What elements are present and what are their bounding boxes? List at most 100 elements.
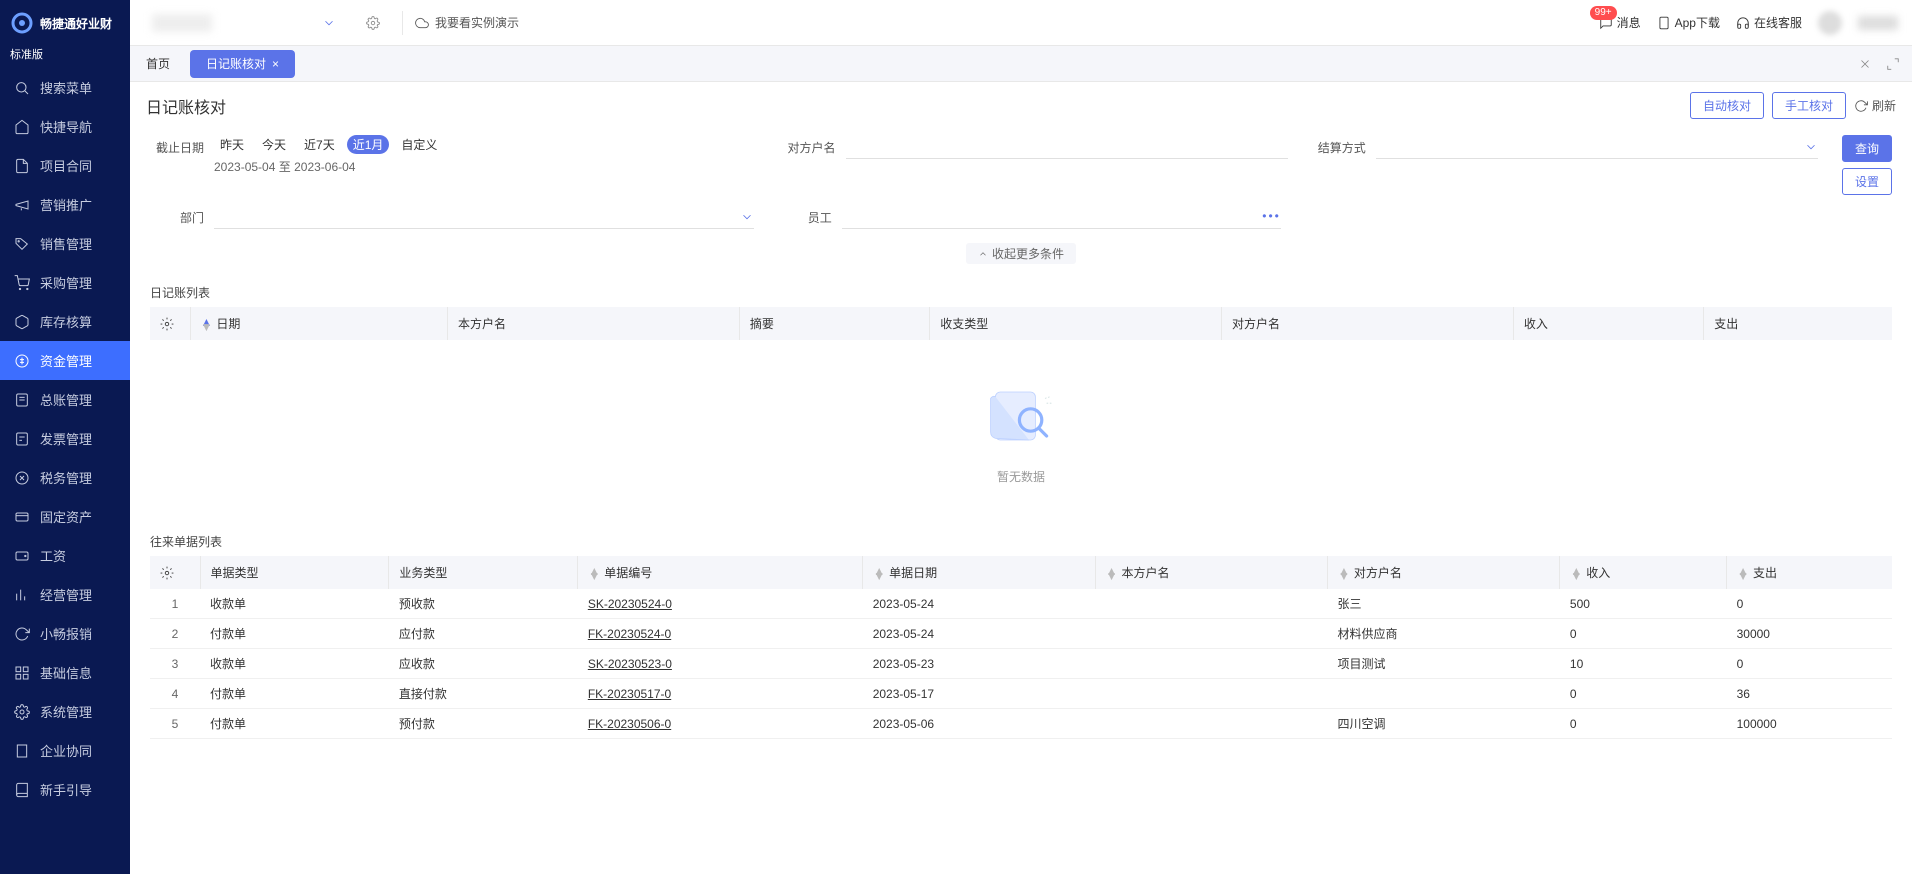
tab-日记账核对[interactable]: 日记账核对× [190, 50, 295, 78]
journal-col-4[interactable]: 对方户名 [1222, 307, 1514, 340]
docs-col-2[interactable]: ▲▼单据编号 [578, 556, 863, 589]
doc-no-link[interactable]: SK-20230524-0 [588, 597, 672, 611]
sidebar-item-ledger[interactable]: 总账管理 [0, 380, 130, 419]
journal-col-3[interactable]: 收支类型 [930, 307, 1222, 340]
sidebar-item-biz[interactable]: 经营管理 [0, 575, 130, 614]
table-row[interactable]: 2付款单应付款FK-20230524-02023-05-24材料供应商03000… [150, 619, 1892, 649]
refresh-button[interactable]: 刷新 [1854, 97, 1896, 114]
table-row[interactable]: 5付款单预付款FK-20230506-02023-05-06四川空调010000… [150, 709, 1892, 739]
date-option-2[interactable]: 近7天 [298, 135, 341, 154]
sidebar-item-sales[interactable]: 销售管理 [0, 224, 130, 263]
docs-col-4[interactable]: ▲▼本方户名 [1095, 556, 1327, 589]
journal-col-1[interactable]: 本方户名 [448, 307, 740, 340]
sidebar-item-marketing[interactable]: 营销推广 [0, 185, 130, 224]
avatar[interactable] [1818, 11, 1842, 35]
sidebar-item-xiaochang[interactable]: 小畅报销 [0, 614, 130, 653]
journal-section: 日记账列表 ▲▼日期本方户名摘要收支类型对方户名收入支出 暂无数据 [130, 276, 1912, 525]
sidebar: 畅捷通好业财 标准版 搜索菜单快捷导航项目合同营销推广销售管理采购管理库存核算资… [0, 0, 130, 874]
docs-col-1[interactable]: 业务类型 [389, 556, 578, 589]
sidebar-item-search[interactable]: 搜索菜单 [0, 68, 130, 107]
sidebar-item-basic[interactable]: 基础信息 [0, 653, 130, 692]
date-option-1[interactable]: 今天 [256, 135, 292, 154]
journal-col-2[interactable]: 摘要 [739, 307, 929, 340]
gear-icon[interactable] [366, 15, 380, 30]
tab-close-icon[interactable]: × [272, 57, 279, 71]
employee-select[interactable]: ••• [842, 205, 1281, 229]
sidebar-item-project[interactable]: 项目合同 [0, 146, 130, 185]
home-icon [14, 119, 30, 135]
chevron-down-icon [740, 209, 754, 224]
table-row[interactable]: 1收款单预收款SK-20230524-02023-05-24张三5000 [150, 589, 1892, 619]
filter-panel: 截止日期 昨天今天近7天近1月自定义 2023-05-04 至 2023-06-… [130, 127, 1912, 276]
gear-icon[interactable] [150, 556, 200, 589]
close-icon[interactable] [1854, 52, 1876, 75]
settlement-select[interactable] [1376, 135, 1818, 159]
doc-no-link[interactable]: SK-20230523-0 [588, 657, 672, 671]
docs-col-3[interactable]: ▲▼单据日期 [863, 556, 1095, 589]
journal-col-6[interactable]: 支出 [1704, 307, 1892, 340]
fullscreen-icon[interactable] [1882, 52, 1904, 75]
sidebar-item-system[interactable]: 系统管理 [0, 692, 130, 731]
sidebar-item-salary[interactable]: 工资 [0, 536, 130, 575]
settlement-label: 结算方式 [1312, 135, 1376, 156]
docs-col-0[interactable]: 单据类型 [200, 556, 389, 589]
tab-首页[interactable]: 首页 [130, 55, 186, 72]
sidebar-item-purchase[interactable]: 采购管理 [0, 263, 130, 302]
doc-no-link[interactable]: FK-20230524-0 [588, 627, 671, 641]
date-option-3[interactable]: 近1月 [347, 135, 390, 154]
collapse-filters-button[interactable]: 收起更多条件 [966, 243, 1076, 264]
customer-service-button[interactable]: 在线客服 [1736, 14, 1802, 31]
date-option-4[interactable]: 自定义 [395, 135, 443, 154]
tax-icon [14, 470, 30, 486]
empty-state: 暂无数据 [150, 340, 1892, 521]
journal-col-0[interactable]: ▲▼日期 [190, 307, 448, 340]
sidebar-item-asset[interactable]: 固定资产 [0, 497, 130, 536]
org-selector[interactable] [144, 10, 344, 36]
wallet-icon [14, 548, 30, 564]
dept-select[interactable] [214, 205, 754, 229]
demo-link[interactable]: 我要看实例演示 [415, 14, 519, 31]
tabs-bar: 首页日记账核对× [130, 46, 1912, 82]
table-row[interactable]: 4付款单直接付款FK-20230517-02023-05-17036 [150, 679, 1892, 709]
manual-reconcile-button[interactable]: 手工核对 [1772, 92, 1846, 119]
table-row[interactable]: 3收款单应收款SK-20230523-02023-05-23项目测试100 [150, 649, 1892, 679]
counterparty-input[interactable] [846, 135, 1288, 159]
empty-icon [971, 376, 1071, 456]
sidebar-item-guide[interactable]: 新手引导 [0, 770, 130, 809]
sidebar-item-tax[interactable]: 税务管理 [0, 458, 130, 497]
side-menu: 搜索菜单快捷导航项目合同营销推广销售管理采购管理库存核算资金管理总账管理发票管理… [0, 68, 130, 874]
chart-icon [14, 587, 30, 603]
date-range-display: 2023-05-04 至 2023-06-04 [214, 158, 758, 175]
messages-button[interactable]: 99+ 消息 [1599, 14, 1641, 31]
dept-label: 部门 [150, 205, 214, 226]
journal-table: ▲▼日期本方户名摘要收支类型对方户名收入支出 [150, 307, 1892, 340]
sidebar-item-inventory[interactable]: 库存核算 [0, 302, 130, 341]
docs-col-7[interactable]: ▲▼支出 [1727, 556, 1892, 589]
app-download-button[interactable]: App下载 [1657, 14, 1720, 31]
doc-no-link[interactable]: FK-20230517-0 [588, 687, 671, 701]
query-button[interactable]: 查询 [1842, 135, 1892, 162]
book-icon [14, 782, 30, 798]
ledger-icon [14, 392, 30, 408]
sidebar-item-enterprise[interactable]: 企业协同 [0, 731, 130, 770]
cloud-icon [415, 15, 429, 30]
sidebar-item-quicknav[interactable]: 快捷导航 [0, 107, 130, 146]
doc-no-link[interactable]: FK-20230506-0 [588, 717, 671, 731]
auto-reconcile-button[interactable]: 自动核对 [1690, 92, 1764, 119]
filter-settings-button[interactable]: 设置 [1842, 168, 1892, 195]
refresh-icon [14, 626, 30, 642]
docs-col-6[interactable]: ▲▼收入 [1560, 556, 1727, 589]
invoice-icon [14, 431, 30, 447]
more-icon: ••• [1262, 209, 1281, 223]
docs-col-5[interactable]: ▲▼对方户名 [1328, 556, 1560, 589]
gear-icon[interactable] [150, 307, 190, 340]
journal-col-5[interactable]: 收入 [1513, 307, 1703, 340]
money-icon [14, 353, 30, 369]
sidebar-item-fund[interactable]: 资金管理 [0, 341, 130, 380]
search-icon [14, 80, 30, 96]
journal-title: 日记账列表 [150, 284, 1892, 301]
sidebar-item-invoice[interactable]: 发票管理 [0, 419, 130, 458]
box-icon [14, 314, 30, 330]
date-option-0[interactable]: 昨天 [214, 135, 250, 154]
brand-logo: 畅捷通好业财 [0, 0, 130, 46]
